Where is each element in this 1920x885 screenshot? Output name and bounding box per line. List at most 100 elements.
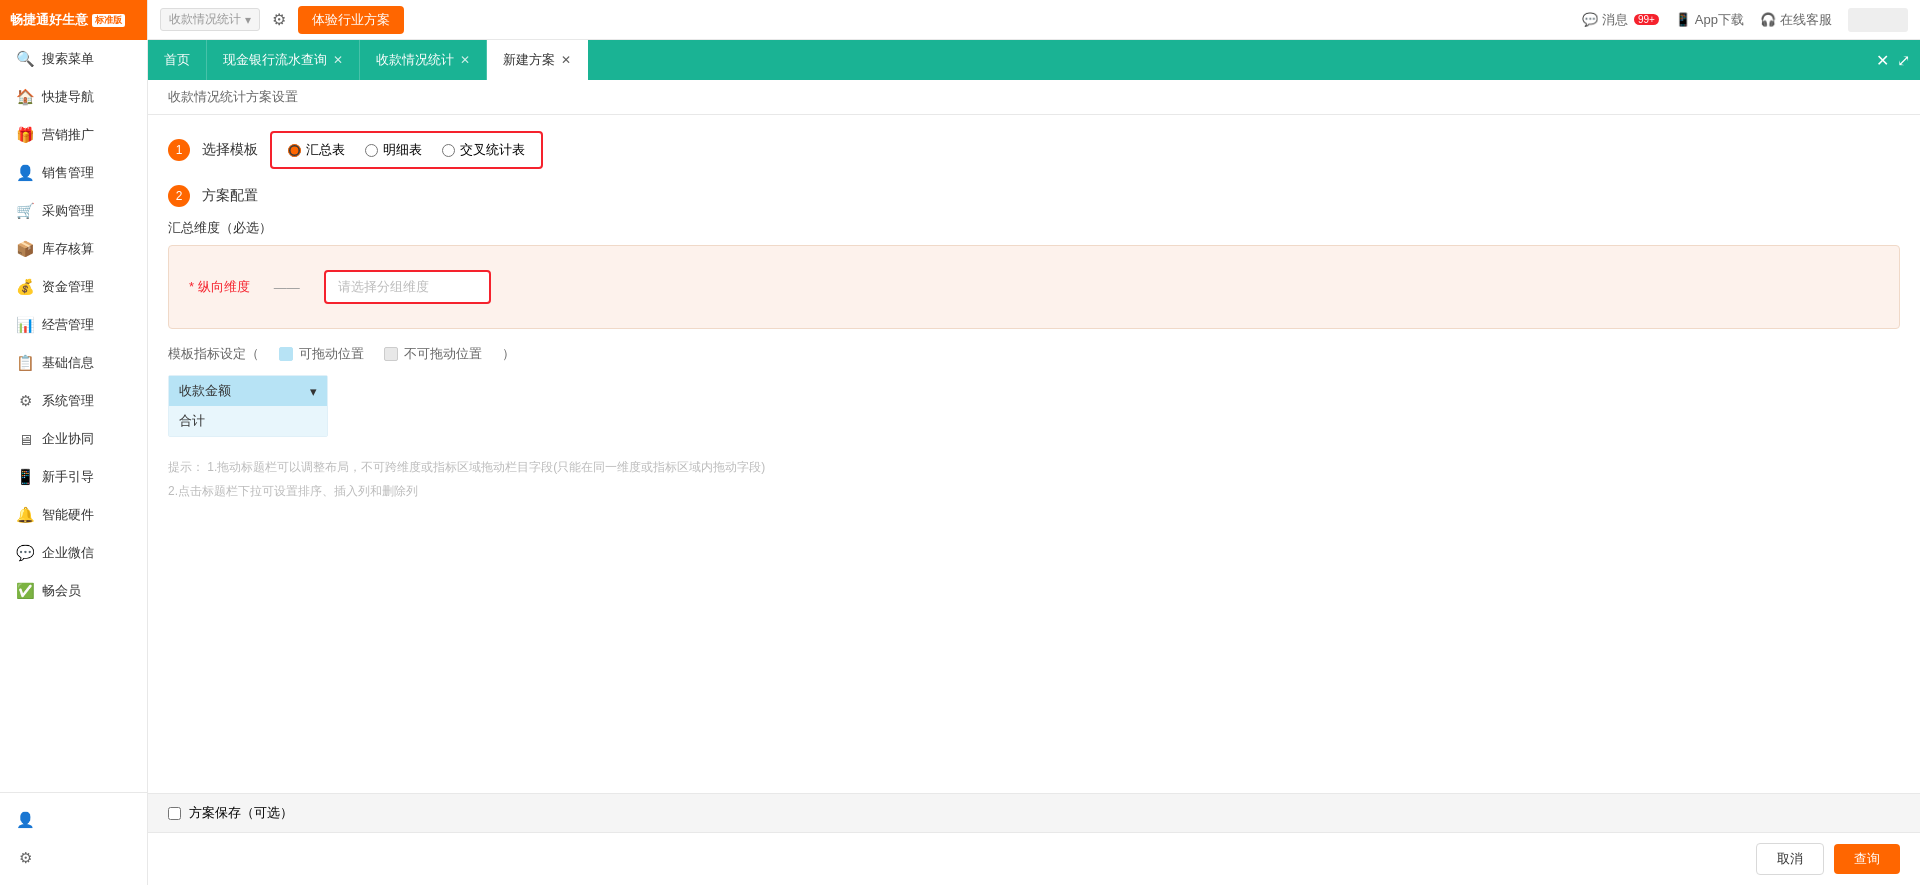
tab-close-cashflow[interactable]: ✕ — [333, 53, 343, 67]
query-button[interactable]: 查询 — [1834, 844, 1900, 874]
sidebar-item-guide[interactable]: 📱新手引导 — [0, 458, 147, 496]
gear-icon[interactable]: ⚙ — [272, 10, 286, 29]
tab-collection[interactable]: 收款情况统计 ✕ — [360, 40, 487, 80]
messages-label: 消息 — [1602, 11, 1628, 29]
sidebar-item-sales[interactable]: 👤 销售管理 — [0, 154, 147, 192]
close-window-icon[interactable]: ✕ — [1876, 51, 1889, 70]
sidebar-item-basic[interactable]: 📋 基础信息 — [0, 344, 147, 382]
sidebar-item-finance[interactable]: 💰 资金管理 — [0, 268, 147, 306]
breadcrumb: 收款情况统计 ▾ — [160, 8, 260, 31]
service-label: 在线客服 — [1780, 11, 1832, 29]
download-item[interactable]: 📱 App下载 — [1675, 11, 1744, 29]
message-badge: 99+ — [1634, 14, 1659, 25]
cancel-button[interactable]: 取消 — [1756, 843, 1824, 875]
radio-input-detail[interactable] — [365, 144, 378, 157]
radio-input-cross[interactable] — [442, 144, 455, 157]
tab-close-collection[interactable]: ✕ — [460, 53, 470, 67]
sales-icon: 👤 — [16, 164, 34, 182]
step1-badge: 1 — [168, 139, 190, 161]
top-header-left: 收款情况统计 ▾ ⚙ 体验行业方案 — [160, 6, 404, 34]
headset-icon: 🎧 — [1760, 12, 1776, 27]
radio-item-cross[interactable]: 交叉统计表 — [442, 141, 525, 159]
sidebar-item-bottom2[interactable]: ⚙ — [0, 839, 147, 877]
finance-icon: 💰 — [16, 278, 34, 296]
sidebar-logo: 畅捷通好生意 标准版 — [0, 0, 147, 40]
purchase-icon: 🛒 — [16, 202, 34, 220]
fixed-legend-box — [384, 347, 398, 361]
marketing-icon: 🎁 — [16, 126, 34, 144]
sidebar-item-member[interactable]: ✅畅会员 — [0, 572, 147, 610]
sidebar-label-guide: 新手引导 — [42, 468, 94, 486]
save-option-label: 方案保存（可选） — [189, 804, 293, 822]
industry-plan-button[interactable]: 体验行业方案 — [298, 6, 404, 34]
hint-text: 提示： 1.拖动标题栏可以调整布局，不可跨维度或指标区域拖动栏目字段(只能在同一… — [168, 457, 1900, 479]
save-checkbox[interactable] — [168, 807, 181, 820]
step2-row: 2 方案配置 — [168, 185, 1900, 207]
sidebar-bottom: 👤 ⚙ — [0, 792, 147, 885]
wechat-icon: 💬 — [16, 544, 34, 562]
template-radio-group: 汇总表 明细表 交叉统计表 — [288, 141, 525, 159]
download-label: App下载 — [1695, 11, 1744, 29]
messages-item[interactable]: 💬 消息 99+ — [1582, 11, 1659, 29]
basic-icon: 📋 — [16, 354, 34, 372]
settings-icon: ⚙ — [16, 849, 34, 867]
dimension-select[interactable]: 请选择分组维度 — [324, 270, 491, 304]
sidebar-label-basic: 基础信息 — [42, 354, 94, 372]
sidebar-item-inventory[interactable]: 📦库存核算 — [0, 230, 147, 268]
stat-table-header: 收款金额 ▾ — [169, 376, 327, 406]
save-option-bar: 方案保存（可选） — [148, 793, 1920, 832]
sidebar-label-inventory: 库存核算 — [42, 240, 94, 258]
hint-area: 提示： 1.拖动标题栏可以调整布局，不可跨维度或指标区域拖动栏目字段(只能在同一… — [168, 457, 1900, 502]
tab-home[interactable]: 首页 — [148, 40, 207, 80]
tab-close-new-plan[interactable]: ✕ — [561, 53, 571, 67]
sidebar-item-system[interactable]: ⚙系统管理 — [0, 382, 147, 420]
step2-badge: 2 — [168, 185, 190, 207]
radio-label-detail: 明细表 — [383, 141, 422, 159]
radio-input-summary[interactable] — [288, 144, 301, 157]
breadcrumb-chevron-icon: ▾ — [245, 13, 251, 27]
sidebar-label-sales: 销售管理 — [42, 164, 94, 182]
fixed-legend: 不可拖动位置 — [384, 345, 482, 363]
breadcrumb-text: 收款情况统计 — [169, 11, 241, 28]
dimension-row-label: 纵向维度 — [189, 278, 250, 296]
system-icon: ⚙ — [16, 392, 34, 410]
stat-table-body: 合计 — [169, 406, 327, 436]
service-item[interactable]: 🎧 在线客服 — [1760, 11, 1832, 29]
tab-new-plan[interactable]: 新建方案 ✕ — [487, 40, 588, 80]
sidebar-label-collab: 企业协同 — [42, 430, 94, 448]
template-select-box: 汇总表 明细表 交叉统计表 — [270, 131, 543, 169]
step1-row: 1 选择模板 汇总表明细表交叉统计表 — [168, 131, 1900, 169]
indicators-header: 模板指标设定（ 可拖动位置 不可拖动位置 ） — [168, 345, 1900, 363]
tab-label-cashflow: 现金银行流水查询 — [223, 51, 327, 69]
sidebar-item-quick-nav[interactable]: 🏠快捷导航 — [0, 78, 147, 116]
logo-text: 畅捷通好生意 — [10, 11, 88, 29]
radio-item-detail[interactable]: 明细表 — [365, 141, 422, 159]
maximize-icon[interactable]: ⤢ — [1897, 51, 1910, 70]
message-icon: 💬 — [1582, 12, 1598, 27]
tab-cashflow[interactable]: 现金银行流水查询 ✕ — [207, 40, 360, 80]
indicators-suffix: ） — [502, 345, 515, 363]
dimension-placeholder: 请选择分组维度 — [338, 279, 429, 294]
sidebar-item-collab[interactable]: 🖥企业协同 — [0, 420, 147, 458]
sidebar-item-search-menu[interactable]: 🔍搜索菜单 — [0, 40, 147, 78]
radio-item-summary[interactable]: 汇总表 — [288, 141, 345, 159]
sidebar-label-finance: 资金管理 — [42, 278, 94, 296]
sidebar-item-purchase[interactable]: 🛒采购管理 — [0, 192, 147, 230]
search-menu-icon: 🔍 — [16, 50, 34, 68]
sidebar-item-wechat[interactable]: 💬企业微信 — [0, 534, 147, 572]
tab-label-collection: 收款情况统计 — [376, 51, 454, 69]
tab-label-new-plan: 新建方案 — [503, 51, 555, 69]
form-section: 1 选择模板 汇总表明细表交叉统计表 2 方案配置 汇总维度（必选） 纵向维度 — [148, 115, 1920, 793]
sidebar-item-marketing[interactable]: 🎁营销推广 — [0, 116, 147, 154]
radio-label-summary: 汇总表 — [306, 141, 345, 159]
sidebar: 畅捷通好生意 标准版 🔍搜索菜单🏠快捷导航🎁营销推广 👤 销售管理 🛒采购管理📦库存核… — [0, 0, 148, 885]
content-area: 收款情况统计方案设置 1 选择模板 汇总表明细表交叉统计表 2 方案配置 汇总维… — [148, 80, 1920, 832]
tab-bar: 首页现金银行流水查询 ✕ 收款情况统计 ✕ 新建方案 ✕ ✕ ⤢ — [148, 40, 1920, 80]
dropdown-icon[interactable]: ▾ — [310, 384, 317, 399]
sidebar-item-hardware[interactable]: 🔔智能硬件 — [0, 496, 147, 534]
radio-label-cross: 交叉统计表 — [460, 141, 525, 159]
sidebar-item-operation[interactable]: 📊经营管理 — [0, 306, 147, 344]
page-title: 收款情况统计方案设置 — [148, 80, 1920, 115]
sidebar-item-bottom1[interactable]: 👤 — [0, 801, 147, 839]
dimension-config: 汇总维度（必选） 纵向维度 —— 请选择分组维度 — [168, 219, 1900, 329]
